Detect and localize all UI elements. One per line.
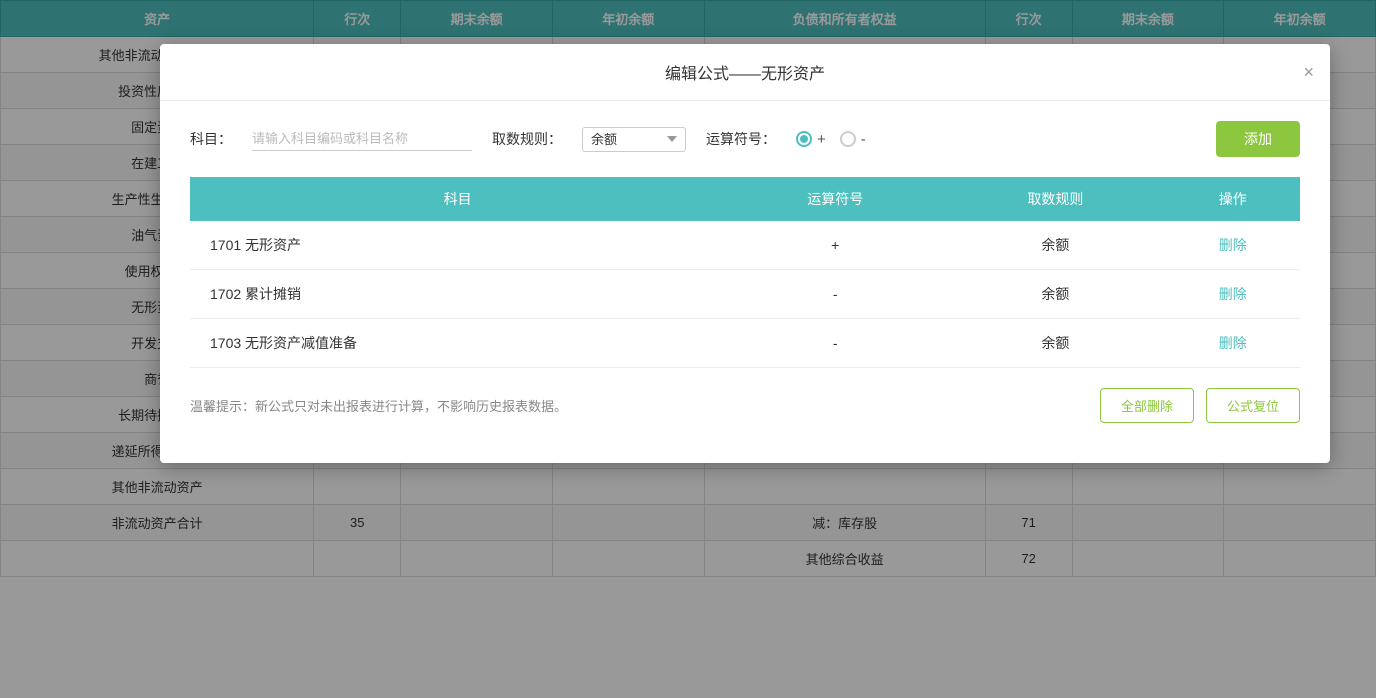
formula-action: 删除 xyxy=(1165,221,1300,270)
operator-minus-radio[interactable]: - xyxy=(840,131,866,148)
radio-plus-dot xyxy=(800,135,808,143)
formula-subject: 1701 无形资产 xyxy=(190,221,725,270)
subject-label: 科目： xyxy=(190,129,232,149)
formula-operator: - xyxy=(725,270,945,319)
formula-subject: 1702 累计摊销 xyxy=(190,270,725,319)
subject-input[interactable] xyxy=(252,127,472,151)
delete-row-link[interactable]: 删除 xyxy=(1219,286,1247,302)
formula-action: 删除 xyxy=(1165,319,1300,368)
modal-title: 编辑公式——无形资产 xyxy=(665,60,825,84)
modal-dialog: 编辑公式——无形资产 × 科目： 取数规则： 余额 借方 贷方 借方发生额 贷方… xyxy=(160,44,1330,463)
rule-label: 取数规则： xyxy=(492,129,562,149)
delete-row-link[interactable]: 删除 xyxy=(1219,335,1247,351)
formula-table: 科目 运算符号 取数规则 操作 1701 无形资产+余额删除1702 累计摊销-… xyxy=(190,177,1300,368)
form-row: 科目： 取数规则： 余额 借方 贷方 借方发生额 贷方发生额 运算符号： + - xyxy=(160,101,1330,177)
minus-symbol: - xyxy=(861,131,866,148)
add-button[interactable]: 添加 xyxy=(1216,121,1300,157)
formula-rule: 余额 xyxy=(945,221,1165,270)
formula-row: 1702 累计摊销-余额 删除 xyxy=(190,270,1300,319)
delete-row-link[interactable]: 删除 xyxy=(1219,237,1247,253)
radio-plus-circle xyxy=(796,131,812,147)
operator-label: 运算符号： xyxy=(706,129,776,149)
formula-action: 删除 xyxy=(1165,270,1300,319)
th-subject: 科目 xyxy=(190,177,725,221)
formula-operator: - xyxy=(725,319,945,368)
rule-select[interactable]: 余额 借方 贷方 借方发生额 贷方发生额 xyxy=(582,127,686,152)
formula-operator: + xyxy=(725,221,945,270)
operator-radio-group: + - xyxy=(796,131,866,148)
operator-plus-radio[interactable]: + xyxy=(796,131,826,148)
modal-header: 编辑公式——无形资产 × xyxy=(160,44,1330,101)
modal-table-wrapper: 科目 运算符号 取数规则 操作 1701 无形资产+余额删除1702 累计摊销-… xyxy=(190,177,1300,368)
formula-rule: 余额 xyxy=(945,270,1165,319)
rule-section: 余额 借方 贷方 借方发生额 贷方发生额 xyxy=(582,127,686,152)
formula-row: 1703 无形资产减值准备-余额 删除 xyxy=(190,319,1300,368)
th-operator: 运算符号 xyxy=(725,177,945,221)
formula-row: 1701 无形资产+余额 删除 xyxy=(190,221,1300,270)
plus-symbol: + xyxy=(817,131,826,148)
formula-subject: 1703 无形资产减值准备 xyxy=(190,319,725,368)
delete-all-button[interactable]: 全部删除 xyxy=(1100,388,1194,423)
th-action: 操作 xyxy=(1165,177,1300,221)
th-rule: 取数规则 xyxy=(945,177,1165,221)
hint-text: 温馨提示：新公式只对未出报表进行计算，不影响历史报表数据。 xyxy=(190,396,567,415)
modal-close-button[interactable]: × xyxy=(1303,63,1314,81)
formula-rule: 余额 xyxy=(945,319,1165,368)
hint-row: 温馨提示：新公式只对未出报表进行计算，不影响历史报表数据。 全部删除 公式复位 xyxy=(160,368,1330,433)
bottom-buttons: 全部删除 公式复位 xyxy=(1100,388,1300,423)
reset-button[interactable]: 公式复位 xyxy=(1206,388,1300,423)
radio-minus-circle xyxy=(840,131,856,147)
